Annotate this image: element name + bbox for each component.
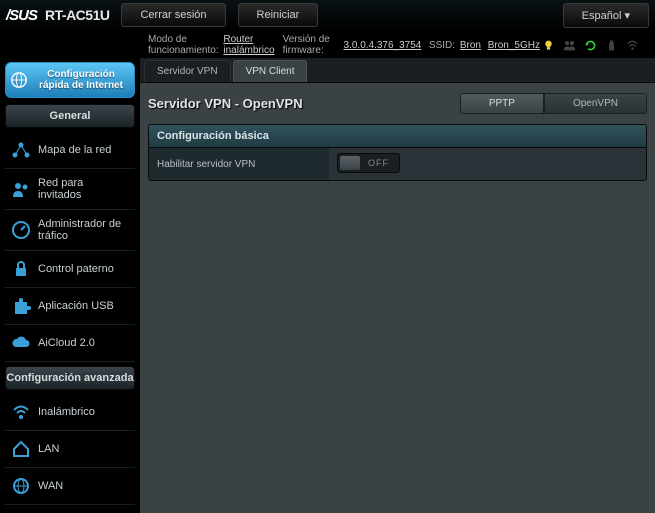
wifi-icon[interactable] <box>626 39 639 52</box>
globe-icon <box>11 476 31 496</box>
section-advanced: Configuración avanzada <box>5 366 135 390</box>
traffic-icon <box>11 220 31 240</box>
protocol-tabs: PPTP OpenVPN <box>460 93 647 114</box>
fw-label: Versión de firmware: <box>283 34 339 56</box>
nav-label: WAN <box>38 480 63 492</box>
fw-link[interactable]: 3.0.0.4.376_3754 <box>344 40 422 51</box>
nav-aicloud[interactable]: AiCloud 2.0 <box>5 325 135 362</box>
status-icons <box>542 39 647 52</box>
mode-link[interactable]: Router inalámbrico <box>223 34 275 56</box>
nav-traffic-manager[interactable]: Administrador de tráfico <box>5 210 135 251</box>
reboot-button[interactable]: Reiniciar <box>238 3 319 27</box>
nav-label: Mapa de la red <box>38 144 111 156</box>
wireless-icon <box>11 402 31 422</box>
language-label: Español <box>582 10 622 22</box>
nav-label: LAN <box>38 443 59 455</box>
network-map-icon <box>11 140 31 160</box>
tab-bar: Servidor VPN VPN Client <box>140 58 655 83</box>
enable-label: Habilitar servidor VPN <box>149 151 329 178</box>
nav-lan[interactable]: LAN <box>5 431 135 468</box>
model-name: RT-AC51U <box>45 7 109 23</box>
enable-field: OFF <box>329 148 646 180</box>
nav-usb-app[interactable]: Aplicación USB <box>5 288 135 325</box>
guest-icon <box>11 179 31 199</box>
nav-label: AiCloud 2.0 <box>38 337 95 349</box>
proto-pptp[interactable]: PPTP <box>460 93 544 114</box>
nav-label: Inalámbrico <box>38 406 95 418</box>
nav-label: Administrador de tráfico <box>38 218 129 242</box>
enable-toggle[interactable]: OFF <box>337 153 400 173</box>
lock-icon <box>11 259 31 279</box>
logout-button[interactable]: Cerrar sesión <box>121 3 225 27</box>
tab-vpn-client[interactable]: VPN Client <box>233 60 308 82</box>
globe-icon <box>10 71 28 89</box>
usb-icon[interactable] <box>605 39 618 52</box>
ssid-label: SSID: <box>429 40 455 51</box>
section-general: General <box>5 104 135 128</box>
refresh-icon[interactable] <box>584 39 597 52</box>
qis-label: Configuración rápida de Internet <box>32 69 130 91</box>
main-content: Servidor VPN VPN Client Servidor VPN - O… <box>140 58 655 513</box>
basic-config-section: Configuración básica Habilitar servidor … <box>148 124 647 181</box>
page-title: Servidor VPN - OpenVPN <box>148 96 303 111</box>
enable-vpn-row: Habilitar servidor VPN OFF <box>149 147 646 180</box>
brand-logo: /SUS <box>6 7 37 24</box>
header-bar: /SUS RT-AC51U Cerrar sesión Reiniciar Es… <box>0 0 655 30</box>
nav-parental-control[interactable]: Control paterno <box>5 251 135 288</box>
cloud-icon <box>11 333 31 353</box>
nav-label: Control paterno <box>38 263 114 275</box>
title-row: Servidor VPN - OpenVPN PPTP OpenVPN <box>148 93 647 114</box>
section-header: Configuración básica <box>149 125 646 147</box>
users-icon[interactable] <box>563 39 576 52</box>
nav-network-map[interactable]: Mapa de la red <box>5 132 135 169</box>
ssid1-link[interactable]: Bron <box>460 40 481 51</box>
bulb-icon[interactable] <box>542 39 555 52</box>
nav-wan[interactable]: WAN <box>5 468 135 505</box>
tab-vpn-server[interactable]: Servidor VPN <box>144 60 231 82</box>
nav-label: Aplicación USB <box>38 300 114 312</box>
nav-wireless[interactable]: Inalámbrico <box>5 394 135 431</box>
ssid2-link[interactable]: Bron_5GHz <box>488 40 540 51</box>
nav-ipv6[interactable]: v6 IPv6 <box>5 505 135 513</box>
qis-button[interactable]: Configuración rápida de Internet <box>5 62 135 98</box>
language-selector[interactable]: Español ▾ <box>563 3 649 28</box>
nav-label: Red para invitados <box>38 177 129 201</box>
toggle-knob <box>340 156 360 170</box>
mode-label: Modo de funcionamiento: <box>148 34 219 56</box>
puzzle-icon <box>11 296 31 316</box>
logo: /SUS RT-AC51U <box>6 7 109 24</box>
proto-openvpn[interactable]: OpenVPN <box>544 93 647 114</box>
toggle-off-label: OFF <box>360 158 397 168</box>
home-icon <box>11 439 31 459</box>
nav-guest-network[interactable]: Red para invitados <box>5 169 135 210</box>
status-bar: Modo de funcionamiento: Router inalámbri… <box>0 30 655 58</box>
sidebar: Configuración rápida de Internet General… <box>0 58 140 513</box>
